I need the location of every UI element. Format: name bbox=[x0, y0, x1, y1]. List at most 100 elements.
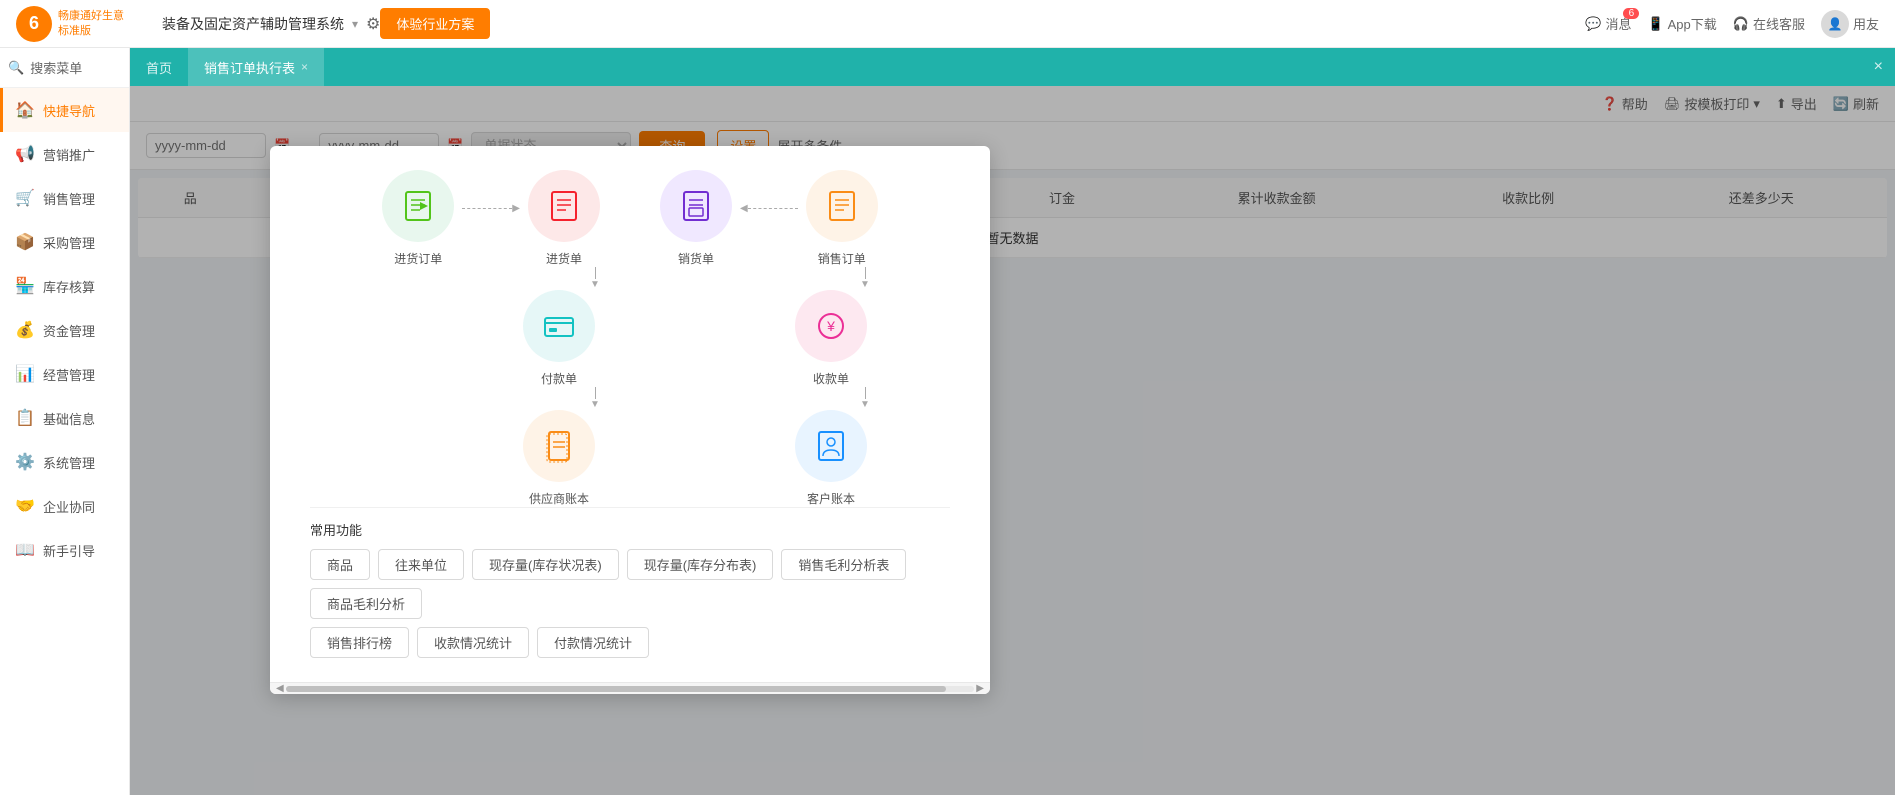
customer-ledger-label: 客户账本 bbox=[807, 490, 855, 507]
purchase-bill-icon bbox=[528, 170, 600, 242]
purchase-order-icon bbox=[382, 170, 454, 242]
system-title: 装备及固定资产辅助管理系统 bbox=[162, 14, 344, 34]
sidebar-item-purchase[interactable]: 📦 采购管理 bbox=[0, 220, 129, 264]
sidebar-item-system[interactable]: ⚙️ 系统管理 bbox=[0, 440, 129, 484]
common-buttons-row2: 销售排行榜 收款情况统计 付款情况统计 bbox=[310, 627, 950, 658]
svg-text:¥: ¥ bbox=[826, 318, 835, 334]
top-right: 💬 消息 6 📱 App下载 🎧 在线客服 👤 用友 bbox=[1585, 10, 1879, 38]
page-content: ❓ 帮助 🖨 按模板打印 ▾ ⬆ 导出 🔄 bbox=[130, 86, 1895, 795]
online-service-btn[interactable]: 🎧 在线客服 bbox=[1733, 14, 1805, 33]
guide-icon: 📖 bbox=[15, 540, 35, 560]
common-section: 常用功能 商品 往来单位 现存量(库存状况表) 现存量(库存分布表) 销售毛利分… bbox=[310, 507, 950, 666]
common-btn-inventory-dist[interactable]: 现存量(库存分布表) bbox=[627, 549, 774, 580]
sidebar: 🔍 搜索菜单 🏠 快捷导航 📢 营销推广 🛒 销售管理 📦 bbox=[0, 48, 130, 795]
modal-body: 进货订单 ▶ bbox=[270, 146, 990, 682]
system-dropdown-btn[interactable]: ▾ bbox=[352, 17, 358, 31]
message-icon: 💬 bbox=[1585, 16, 1601, 32]
content-area: 首页 销售订单执行表 × × ❓ 帮助 bbox=[130, 48, 1895, 795]
purchase-order-label: 进货订单 bbox=[394, 250, 442, 267]
sidebar-item-guide[interactable]: 📖 新手引导 bbox=[0, 528, 129, 572]
sidebar-item-operations[interactable]: 📊 经营管理 bbox=[0, 352, 129, 396]
user-area[interactable]: 👤 用友 bbox=[1821, 10, 1879, 38]
common-btn-goods[interactable]: 商品 bbox=[310, 549, 370, 580]
system-title-area: 装备及固定资产辅助管理系统 ▾ ⚙ bbox=[162, 14, 380, 34]
payment-bill-label: 付款单 bbox=[541, 370, 577, 387]
app-download-btn[interactable]: 📱 App下载 bbox=[1647, 14, 1716, 33]
app-download-icon: 📱 bbox=[1647, 16, 1663, 32]
basic-icon: 📋 bbox=[15, 408, 35, 428]
cooperation-icon: 🤝 bbox=[15, 496, 35, 516]
operations-icon: 📊 bbox=[15, 364, 35, 384]
message-btn[interactable]: 💬 消息 6 bbox=[1585, 14, 1631, 33]
system-icon: ⚙️ bbox=[15, 452, 35, 472]
common-btn-unit[interactable]: 往来单位 bbox=[378, 549, 464, 580]
sale-bill-icon bbox=[660, 170, 732, 242]
sidebar-item-cooperation[interactable]: 🤝 企业协同 bbox=[0, 484, 129, 528]
app-container: 6 畅康通好生意 标准版 装备及固定资产辅助管理系统 ▾ ⚙ 体验行业方案 💬 … bbox=[0, 0, 1895, 795]
main-area: 🔍 搜索菜单 🏠 快捷导航 📢 营销推广 🛒 销售管理 📦 bbox=[0, 48, 1895, 795]
common-btn-goods-profit[interactable]: 商品毛利分析 bbox=[310, 588, 422, 619]
search-icon: 🔍 bbox=[8, 60, 24, 76]
sale-bill-label: 销货单 bbox=[678, 250, 714, 267]
logo-icon: 6 bbox=[16, 6, 52, 42]
common-btn-receipt-stats[interactable]: 收款情况统计 bbox=[417, 627, 529, 658]
flow-payment-bill[interactable]: 付款单 bbox=[523, 290, 595, 387]
flow-purchase-bill[interactable]: 进货单 bbox=[528, 170, 600, 267]
modal-overlay[interactable]: 进货订单 ▶ bbox=[130, 86, 1895, 795]
scroll-right-btn[interactable]: ▶ bbox=[974, 683, 986, 694]
tab-home[interactable]: 首页 bbox=[130, 48, 188, 86]
customer-ledger-icon bbox=[795, 410, 867, 482]
gear-btn[interactable]: ⚙ bbox=[366, 14, 380, 34]
headset-icon: 🎧 bbox=[1733, 16, 1749, 32]
sidebar-item-sales[interactable]: 🛒 销售管理 bbox=[0, 176, 129, 220]
sidebar-search[interactable]: 🔍 搜索菜单 bbox=[0, 48, 129, 88]
logo-area: 6 畅康通好生意 标准版 bbox=[16, 6, 146, 42]
sales-icon: 🛒 bbox=[15, 188, 35, 208]
sidebar-item-quick-nav[interactable]: 🏠 快捷导航 bbox=[0, 88, 129, 132]
common-btn-sales-profit[interactable]: 销售毛利分析表 bbox=[781, 549, 906, 580]
modal-scrollbar: ◀ ▶ bbox=[270, 682, 990, 694]
tab-close-icon[interactable]: × bbox=[301, 60, 308, 74]
finance-icon: 💰 bbox=[15, 320, 35, 340]
purchase-bill-label: 进货单 bbox=[546, 250, 582, 267]
flow-supplier-ledger[interactable]: 供应商账本 bbox=[523, 410, 595, 507]
flow-sale-order[interactable]: 销售订单 bbox=[806, 170, 878, 267]
scrollbar-thumb[interactable] bbox=[286, 686, 946, 692]
avatar: 👤 bbox=[1821, 10, 1849, 38]
logo-text: 畅康通好生意 标准版 bbox=[58, 9, 124, 38]
flow-sale-bill[interactable]: 销货单 bbox=[660, 170, 732, 267]
receipt-bill-icon: ¥ bbox=[795, 290, 867, 362]
sidebar-item-inventory[interactable]: 🏪 库存核算 bbox=[0, 264, 129, 308]
sidebar-menu: 🏠 快捷导航 📢 营销推广 🛒 销售管理 📦 采购管理 🏪 库存核 bbox=[0, 88, 129, 795]
flow-purchase-order[interactable]: 进货订单 bbox=[382, 170, 454, 267]
marketing-icon: 📢 bbox=[15, 144, 35, 164]
scrollbar-track bbox=[286, 686, 975, 692]
sidebar-item-finance[interactable]: 💰 资金管理 bbox=[0, 308, 129, 352]
common-btn-sales-rank[interactable]: 销售排行榜 bbox=[310, 627, 409, 658]
sidebar-item-basic[interactable]: 📋 基础信息 bbox=[0, 396, 129, 440]
scroll-left-btn[interactable]: ◀ bbox=[274, 683, 286, 694]
sidebar-item-marketing[interactable]: 📢 营销推广 bbox=[0, 132, 129, 176]
purchase-icon: 📦 bbox=[15, 232, 35, 252]
receipt-bill-label: 收款单 bbox=[813, 370, 849, 387]
tab-sales-order[interactable]: 销售订单执行表 × bbox=[188, 48, 324, 86]
home-icon: 🏠 bbox=[15, 100, 35, 120]
experience-btn[interactable]: 体验行业方案 bbox=[380, 8, 490, 39]
tab-bar: 首页 销售订单执行表 × × bbox=[130, 48, 1895, 86]
flow-customer-ledger[interactable]: 客户账本 bbox=[795, 410, 867, 507]
common-functions-title: 常用功能 bbox=[310, 520, 950, 539]
flow-modal: 进货订单 ▶ bbox=[270, 146, 990, 694]
sale-order-label: 销售订单 bbox=[818, 250, 866, 267]
common-buttons: 商品 往来单位 现存量(库存状况表) 现存量(库存分布表) 销售毛利分析表 商品… bbox=[310, 549, 950, 619]
payment-bill-icon bbox=[523, 290, 595, 362]
message-badge: 6 bbox=[1623, 8, 1639, 19]
common-btn-payment-stats[interactable]: 付款情况统计 bbox=[537, 627, 649, 658]
top-bar: 6 畅康通好生意 标准版 装备及固定资产辅助管理系统 ▾ ⚙ 体验行业方案 💬 … bbox=[0, 0, 1895, 48]
close-all-btn[interactable]: × bbox=[1874, 58, 1883, 76]
flow-receipt-bill[interactable]: ¥ 收款单 bbox=[795, 290, 867, 387]
common-btn-inventory-status[interactable]: 现存量(库存状况表) bbox=[472, 549, 619, 580]
supplier-ledger-label: 供应商账本 bbox=[529, 490, 589, 507]
inventory-icon: 🏪 bbox=[15, 276, 35, 296]
sale-order-icon bbox=[806, 170, 878, 242]
supplier-ledger-icon bbox=[523, 410, 595, 482]
